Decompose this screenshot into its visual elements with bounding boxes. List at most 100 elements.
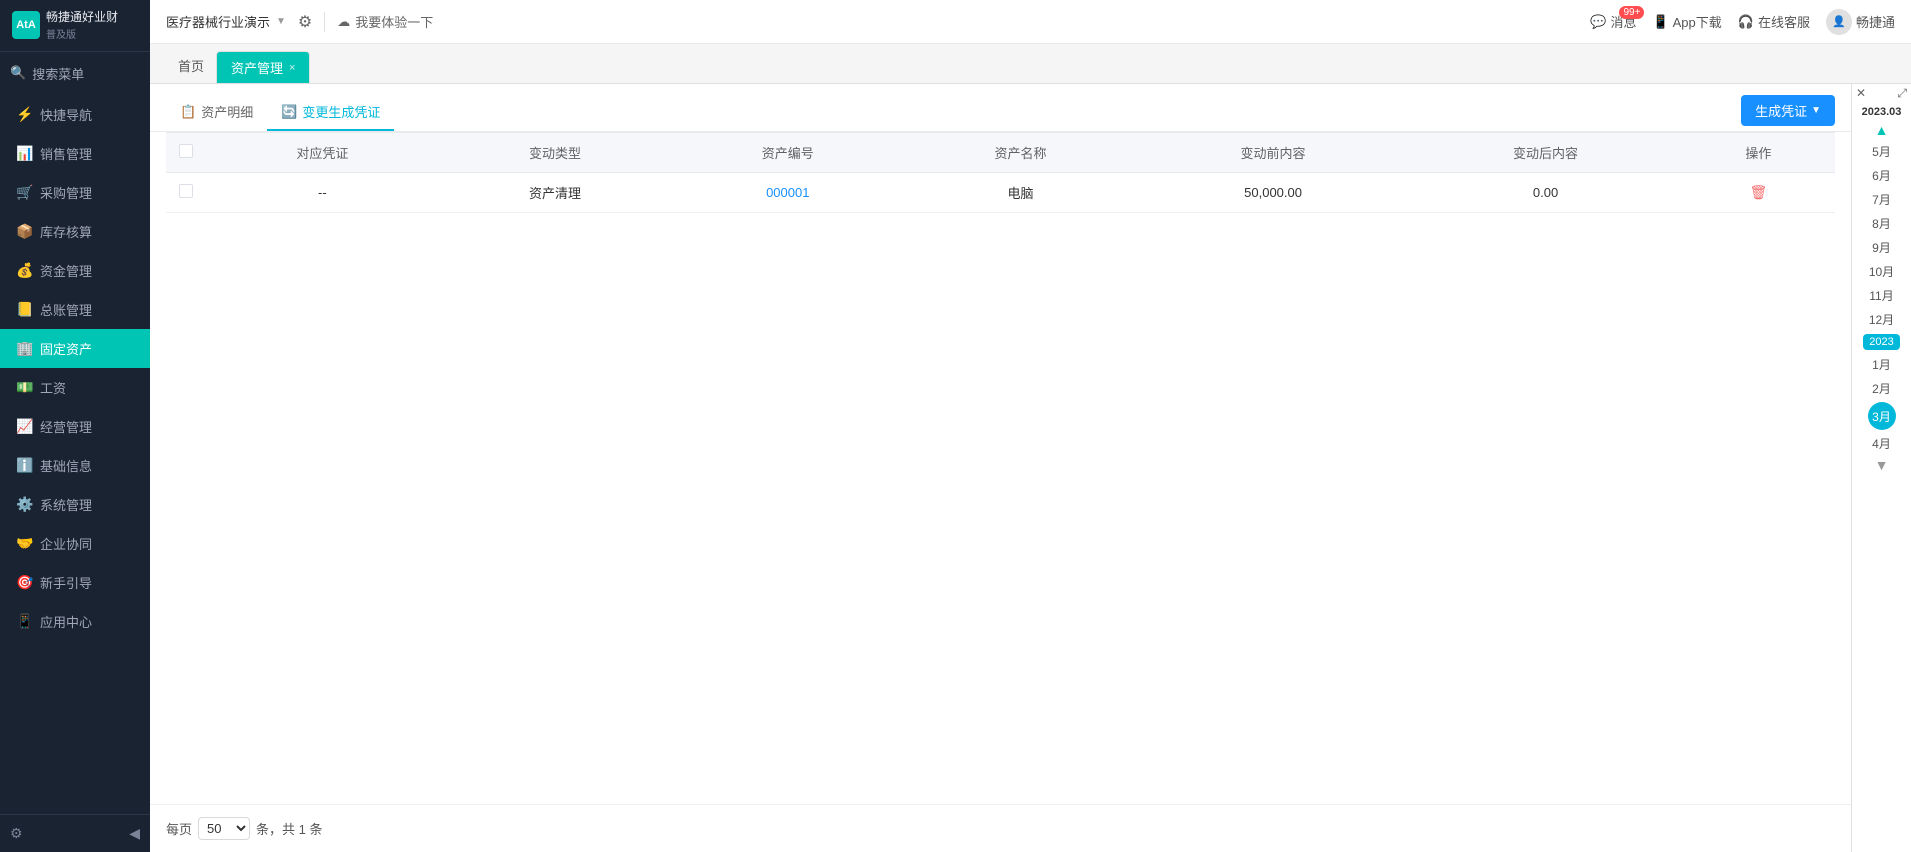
message-button[interactable]: 💬 消息 99+ [1590,12,1636,31]
ledger-icon: 📒 [16,301,32,318]
sidebar-item-collab[interactable]: 🤝 企业协同 [0,524,150,563]
month-item-3-current[interactable]: 3月 [1868,402,1896,430]
finance-icon: 💰 [16,262,32,279]
basic-info-icon: ℹ️ [16,457,32,474]
month-item-4[interactable]: 4月 [1852,432,1911,455]
asset-change-table: 对应凭证 变动类型 资产编号 资产名称 变动前内容 变动后内容 操作 [166,132,1835,213]
collab-icon: 🤝 [16,535,32,552]
app-download-icon: 📱 [1652,14,1668,30]
cloud-icon: ☁ [337,14,350,30]
month-item-12[interactable]: 12月 [1852,308,1911,331]
logo-icon: AtA [12,11,40,39]
tab-change-voucher[interactable]: 🔄 变更生成凭证 [267,94,394,131]
user-avatar: 👤 [1826,9,1852,35]
settings-icon[interactable]: ⚙ [298,12,312,32]
quick-nav-icon: ⚡ [16,106,32,123]
row-checkbox[interactable] [179,184,193,198]
right-panel-expand-button[interactable]: ⤢ [1897,86,1907,101]
inventory-icon: 📦 [16,223,32,240]
cell-change-type: 资产清理 [439,173,672,213]
sidebar-item-quick-nav[interactable]: ⚡ 快捷导航 [0,95,150,134]
inner-tab-bar: 📋 资产明细 🔄 变更生成凭证 生成凭证 ▼ [150,84,1851,132]
col-header-checkbox [166,133,206,173]
month-item-2[interactable]: 2月 [1852,377,1911,400]
sidebar-footer: ⚙ ◀ [0,814,150,852]
sidebar-item-guide[interactable]: 🎯 新手引导 [0,563,150,602]
tab-asset-detail[interactable]: 📋 资产明细 [166,94,267,131]
company-name: 医疗器械行业演示 [166,12,270,31]
sidebar-item-inventory[interactable]: 📦 库存核算 [0,212,150,251]
sidebar-search-area: 🔍 搜索菜单 [0,52,150,95]
month-item-1[interactable]: 1月 [1852,353,1911,376]
guide-icon: 🎯 [16,574,32,591]
topbar-right: 💬 消息 99+ 📱 App下载 🎧 在线客服 👤 畅捷通 [1590,9,1895,35]
settings-button[interactable]: ⚙ [10,825,23,842]
collapse-sidebar-button[interactable]: ◀ [129,825,140,842]
delete-row-button[interactable]: 🗑 [1750,184,1768,201]
cell-action: 🗑 [1682,173,1835,213]
calendar-scroll-down-icon[interactable]: ▼ [1875,457,1889,473]
generate-btn-arrow-icon: ▼ [1811,105,1821,116]
page-size-select[interactable]: 50 10 20 100 [198,817,250,840]
app-center-icon: 📱 [16,613,32,630]
cell-before-change: 50,000.00 [1137,173,1410,213]
sidebar-item-fixed-assets[interactable]: 🏢 固定资产 [0,329,150,368]
month-item-7[interactable]: 7月 [1852,188,1911,211]
cell-asset-code: 000001 [671,173,904,213]
message-badge: 99+ [1619,6,1644,19]
col-header-change-type: 变动类型 [439,133,672,173]
month-item-11[interactable]: 11月 [1852,284,1911,307]
change-voucher-icon: 🔄 [281,104,297,120]
user-menu-button[interactable]: 👤 畅捷通 [1826,9,1895,35]
asset-detail-icon: 📋 [180,104,196,120]
year-badge[interactable]: 2023 [1863,334,1899,350]
sidebar: AtA 畅捷通好业财 普及版 🔍 搜索菜单 ⚡ 快捷导航 📊 销售管理 🛒 采购… [0,0,150,852]
col-header-action: 操作 [1682,133,1835,173]
month-item-9[interactable]: 9月 [1852,236,1911,259]
customer-service-icon: 🎧 [1738,14,1754,30]
sidebar-item-system[interactable]: ⚙️ 系统管理 [0,485,150,524]
right-panel-close-button[interactable]: ✕ [1856,86,1866,100]
tab-close-icon[interactable]: × [289,62,295,74]
logo-sub: 普及版 [46,26,118,41]
month-item-6[interactable]: 6月 [1852,164,1911,187]
company-dropdown-arrow: ▼ [276,16,286,27]
app-download-button[interactable]: 📱 App下载 [1652,12,1721,31]
cell-voucher: -- [206,173,439,213]
sidebar-item-purchase[interactable]: 🛒 采购管理 [0,173,150,212]
month-item-10[interactable]: 10月 [1852,260,1911,283]
table-wrapper: 对应凭证 变动类型 资产编号 资产名称 变动前内容 变动后内容 操作 [150,132,1851,804]
select-all-checkbox[interactable] [179,144,193,158]
col-header-voucher: 对应凭证 [206,133,439,173]
sidebar-item-operations[interactable]: 📈 经营管理 [0,407,150,446]
experience-button[interactable]: ☁ 我要体验一下 [337,12,433,31]
sidebar-item-basic-info[interactable]: ℹ️ 基础信息 [0,446,150,485]
system-icon: ⚙️ [16,496,32,513]
topbar: 医疗器械行业演示 ▼ ⚙ ☁ 我要体验一下 💬 消息 99+ 📱 App下载 🎧… [150,0,1911,44]
pagination-bar: 每页 50 10 20 100 条，共 1 条 [150,804,1851,852]
content-area: 📋 资产明细 🔄 变更生成凭证 生成凭证 ▼ [150,84,1851,852]
sidebar-item-ledger[interactable]: 📒 总账管理 [0,290,150,329]
col-header-asset-name: 资产名称 [904,133,1137,173]
fixed-assets-icon: 🏢 [16,340,32,357]
col-header-asset-code: 资产编号 [671,133,904,173]
topbar-divider [324,12,325,32]
app-logo: AtA 畅捷通好业财 普及版 [0,0,150,52]
company-selector[interactable]: 医疗器械行业演示 ▼ [166,12,286,31]
customer-service-button[interactable]: 🎧 在线客服 [1738,12,1810,31]
month-item-8[interactable]: 8月 [1852,212,1911,235]
calendar-scroll-up-icon[interactable]: ▲ [1875,122,1889,138]
sidebar-item-app-center[interactable]: 📱 应用中心 [0,602,150,641]
sidebar-item-sales[interactable]: 📊 销售管理 [0,134,150,173]
tab-home[interactable]: 首页 [166,50,216,83]
logo-text: 畅捷通好业财 [46,10,118,26]
search-menu-button[interactable]: 🔍 搜索菜单 [10,60,140,87]
sidebar-item-finance[interactable]: 💰 资金管理 [0,251,150,290]
generate-voucher-button[interactable]: 生成凭证 ▼ [1741,95,1835,126]
tab-asset-management[interactable]: 资产管理 × [216,51,310,83]
sidebar-item-payroll[interactable]: 💵 工资 [0,368,150,407]
message-icon: 💬 [1590,14,1606,30]
month-item-5[interactable]: 5月 [1852,140,1911,163]
row-checkbox-cell [166,173,206,213]
sidebar-nav: ⚡ 快捷导航 📊 销售管理 🛒 采购管理 📦 库存核算 💰 资金管理 📒 总账管… [0,95,150,814]
